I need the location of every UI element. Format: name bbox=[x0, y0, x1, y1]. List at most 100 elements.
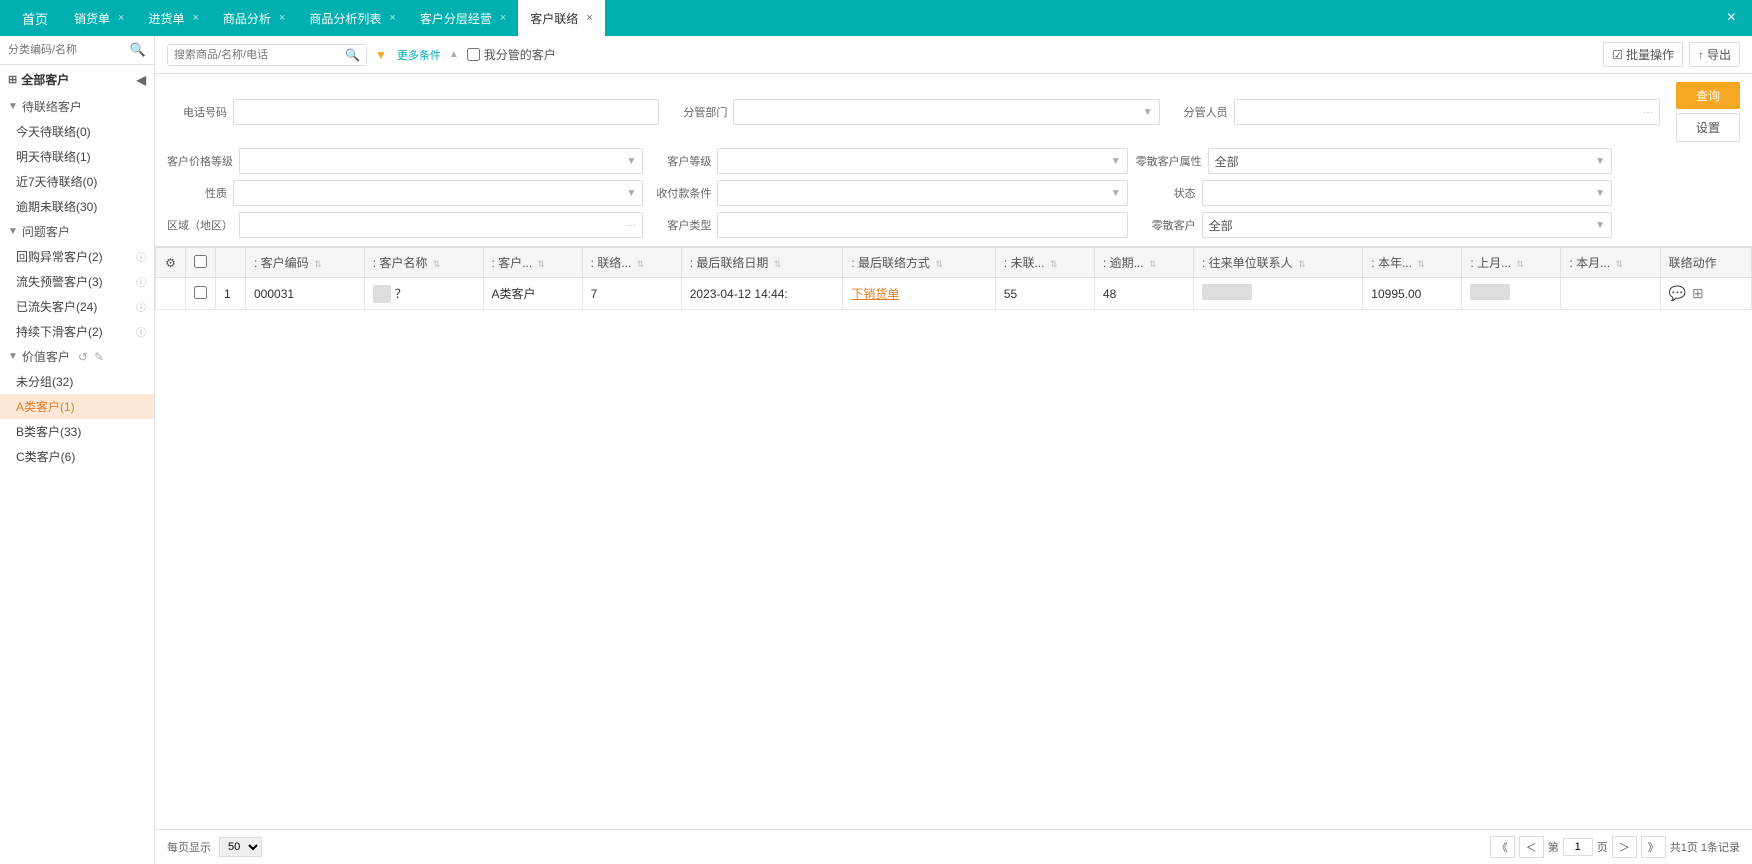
sort-nocontact-icon[interactable]: ⇅ bbox=[1050, 259, 1058, 269]
retail-attr-select[interactable]: 全部 ▼ bbox=[1208, 148, 1612, 174]
payment-select[interactable]: ▼ bbox=[717, 180, 1127, 206]
comment-action-icon[interactable]: 💬 bbox=[1669, 285, 1686, 302]
nav-tab-home[interactable]: 首页 bbox=[8, 0, 62, 36]
sort-name-icon[interactable]: ⇅ bbox=[433, 259, 441, 269]
sort-code-icon[interactable]: ⇅ bbox=[314, 259, 322, 269]
sidebar-item-today-contact[interactable]: 今天待联络(0) bbox=[0, 119, 154, 144]
sidebar-item-class-a[interactable]: A类客户(1) bbox=[0, 394, 154, 419]
col-no-contact[interactable]: : 未联... ⇅ bbox=[995, 248, 1094, 278]
nav-tab-sales[interactable]: 销货单 × bbox=[62, 0, 136, 36]
sidebar-item-class-c[interactable]: C类客户(6) bbox=[0, 444, 154, 469]
close-purchase-tab[interactable]: × bbox=[192, 12, 198, 24]
nav-tab-analysis[interactable]: 商品分析 × bbox=[211, 0, 297, 36]
col-overdue[interactable]: : 逾期... ⇅ bbox=[1094, 248, 1193, 278]
refresh-icon[interactable]: ↺ bbox=[78, 350, 88, 364]
sort-lastdate-icon[interactable]: ⇅ bbox=[774, 259, 782, 269]
col-last-date[interactable]: : 最后联络日期 ⇅ bbox=[681, 248, 843, 278]
sort-thismonth-icon[interactable]: ⇅ bbox=[1616, 259, 1624, 269]
sort-lastmonth-icon[interactable]: ⇅ bbox=[1516, 259, 1524, 269]
sort-lastmethod-icon[interactable]: ⇅ bbox=[935, 259, 943, 269]
sidebar-item-overdue-contact[interactable]: 逾期未联络(30) bbox=[0, 194, 154, 219]
page-number-input[interactable] bbox=[1563, 838, 1593, 856]
main-search-icon[interactable]: 🔍 bbox=[345, 48, 360, 62]
chevron-down-icon-price: ▼ bbox=[626, 156, 636, 167]
col-code[interactable]: : 客户编码 ⇅ bbox=[246, 248, 365, 278]
query-button[interactable]: 查询 bbox=[1676, 82, 1740, 109]
customer-level-select[interactable]: ▼ bbox=[717, 148, 1127, 174]
sort-thisyear-icon[interactable]: ⇅ bbox=[1417, 259, 1425, 269]
info-icon-2: ⓘ bbox=[136, 274, 146, 289]
customer-type-input[interactable] bbox=[717, 212, 1127, 238]
sidebar-item-7day-contact[interactable]: 近7天待联络(0) bbox=[0, 169, 154, 194]
dept-select[interactable]: ▼ bbox=[733, 99, 1159, 125]
more-conditions-button[interactable]: 更多条件 bbox=[397, 47, 441, 63]
price-level-select[interactable]: ▼ bbox=[239, 148, 643, 174]
status-select[interactable]: ▼ bbox=[1202, 180, 1612, 206]
sidebar-search-input[interactable] bbox=[8, 44, 126, 56]
row-contact-cell: 7 bbox=[582, 278, 681, 310]
sort-unitcontact-icon[interactable]: ⇅ bbox=[1298, 259, 1306, 269]
close-contact-tab[interactable]: × bbox=[586, 12, 592, 24]
col-name[interactable]: : 客户名称 ⇅ bbox=[364, 248, 483, 278]
close-segment-tab[interactable]: × bbox=[500, 12, 506, 24]
settings-button[interactable]: 设置 bbox=[1676, 113, 1740, 142]
sort-contact-icon[interactable]: ⇅ bbox=[637, 259, 645, 269]
col-unit-contact[interactable]: : 往来单位联系人 ⇅ bbox=[1193, 248, 1362, 278]
per-page-select[interactable]: 50 bbox=[219, 837, 262, 857]
phone-input[interactable] bbox=[233, 99, 659, 125]
sidebar-search-icon[interactable]: 🔍 bbox=[130, 42, 146, 58]
main-search-input[interactable] bbox=[174, 49, 341, 61]
sidebar-item-churned[interactable]: 已流失客户(24) ⓘ bbox=[0, 294, 154, 319]
nav-tab-customer-contact[interactable]: 客户联络 × bbox=[518, 0, 604, 36]
sidebar-item-churn-warning[interactable]: 流失预警客户(3) ⓘ bbox=[0, 269, 154, 294]
col-contact[interactable]: : 联络... ⇅ bbox=[582, 248, 681, 278]
nav-tab-analysis-list[interactable]: 商品分析列表 × bbox=[297, 0, 407, 36]
close-analysis-list-tab[interactable]: × bbox=[389, 12, 395, 24]
col-last-month[interactable]: : 上月... ⇅ bbox=[1462, 248, 1561, 278]
sidebar-item-declining[interactable]: 持续下滑客户(2) ⓘ bbox=[0, 319, 154, 344]
row-checkbox[interactable] bbox=[194, 286, 207, 299]
select-all-checkbox[interactable] bbox=[194, 255, 207, 268]
export-button[interactable]: ↑ 导出 bbox=[1689, 42, 1740, 67]
col-settings[interactable]: ⚙ bbox=[156, 248, 186, 278]
my-customers-checkbox[interactable] bbox=[467, 48, 480, 61]
top-navigation: 首页 销货单 × 进货单 × 商品分析 × 商品分析列表 × 客户分层经营 × … bbox=[0, 0, 1752, 36]
nav-tab-customer-segment[interactable]: 客户分层经营 × bbox=[408, 0, 518, 36]
nature-select[interactable]: ▼ bbox=[233, 180, 643, 206]
sidebar-group-pending[interactable]: ▼ 待联络客户 bbox=[0, 94, 154, 119]
batch-operation-button[interactable]: ☑ 批量操作 bbox=[1603, 42, 1683, 67]
sidebar-group-problem[interactable]: ▼ 问题客户 bbox=[0, 219, 154, 244]
close-all-button[interactable]: × bbox=[1719, 9, 1744, 27]
col-this-year[interactable]: : 本年... ⇅ bbox=[1363, 248, 1462, 278]
col-level[interactable]: : 客户... ⇅ bbox=[483, 248, 582, 278]
col-action: 联络动作 bbox=[1660, 248, 1751, 278]
prev-page-button[interactable]: ＜ bbox=[1519, 836, 1544, 858]
sidebar-item-class-b[interactable]: B类客户(33) bbox=[0, 419, 154, 444]
collapse-sidebar-icon[interactable]: ◀ bbox=[137, 73, 146, 87]
manager-input[interactable]: ··· bbox=[1234, 99, 1660, 125]
sidebar-item-unclassified[interactable]: 未分组(32) bbox=[0, 369, 154, 394]
col-last-method[interactable]: : 最后联络方式 ⇅ bbox=[843, 248, 995, 278]
nature-field: 性质 ▼ bbox=[167, 180, 643, 206]
sort-level-icon[interactable]: ⇅ bbox=[538, 259, 546, 269]
nav-tab-purchase[interactable]: 进货单 × bbox=[136, 0, 210, 36]
region-input[interactable]: ··· bbox=[239, 212, 643, 238]
pagination: 《 ＜ 第 页 ＞ 》 共1页 1条记录 bbox=[1490, 836, 1740, 858]
edit-icon[interactable]: ✎ bbox=[94, 350, 104, 364]
sidebar-item-tomorrow-contact[interactable]: 明天待联络(1) bbox=[0, 144, 154, 169]
first-page-button[interactable]: 《 bbox=[1490, 836, 1515, 858]
sort-overdue-icon[interactable]: ⇅ bbox=[1149, 259, 1157, 269]
sidebar-group-value[interactable]: ▼ 价值客户 ↺ ✎ bbox=[0, 344, 154, 369]
region-field: 区域（地区） ··· bbox=[167, 212, 643, 238]
col-this-month[interactable]: : 本月... ⇅ bbox=[1561, 248, 1660, 278]
retail-customer-select[interactable]: 全部 ▼ bbox=[1202, 212, 1612, 238]
next-page-button[interactable]: ＞ bbox=[1612, 836, 1637, 858]
row-level-cell: A类客户 bbox=[483, 278, 582, 310]
last-page-button[interactable]: 》 bbox=[1641, 836, 1666, 858]
close-analysis-tab[interactable]: × bbox=[279, 12, 285, 24]
close-sales-tab[interactable]: × bbox=[118, 12, 124, 24]
last-method-link[interactable]: 下销货单 bbox=[851, 287, 899, 301]
sidebar-item-repurchase-abnormal[interactable]: 回购异常客户(2) ⓘ bbox=[0, 244, 154, 269]
grid-action-icon[interactable]: ⊞ bbox=[1692, 285, 1704, 302]
main-layout: 🔍 ⊞ 全部客户 ◀ ▼ 待联络客户 今天待联络(0) 明天待联络(1) 近7天… bbox=[0, 36, 1752, 864]
